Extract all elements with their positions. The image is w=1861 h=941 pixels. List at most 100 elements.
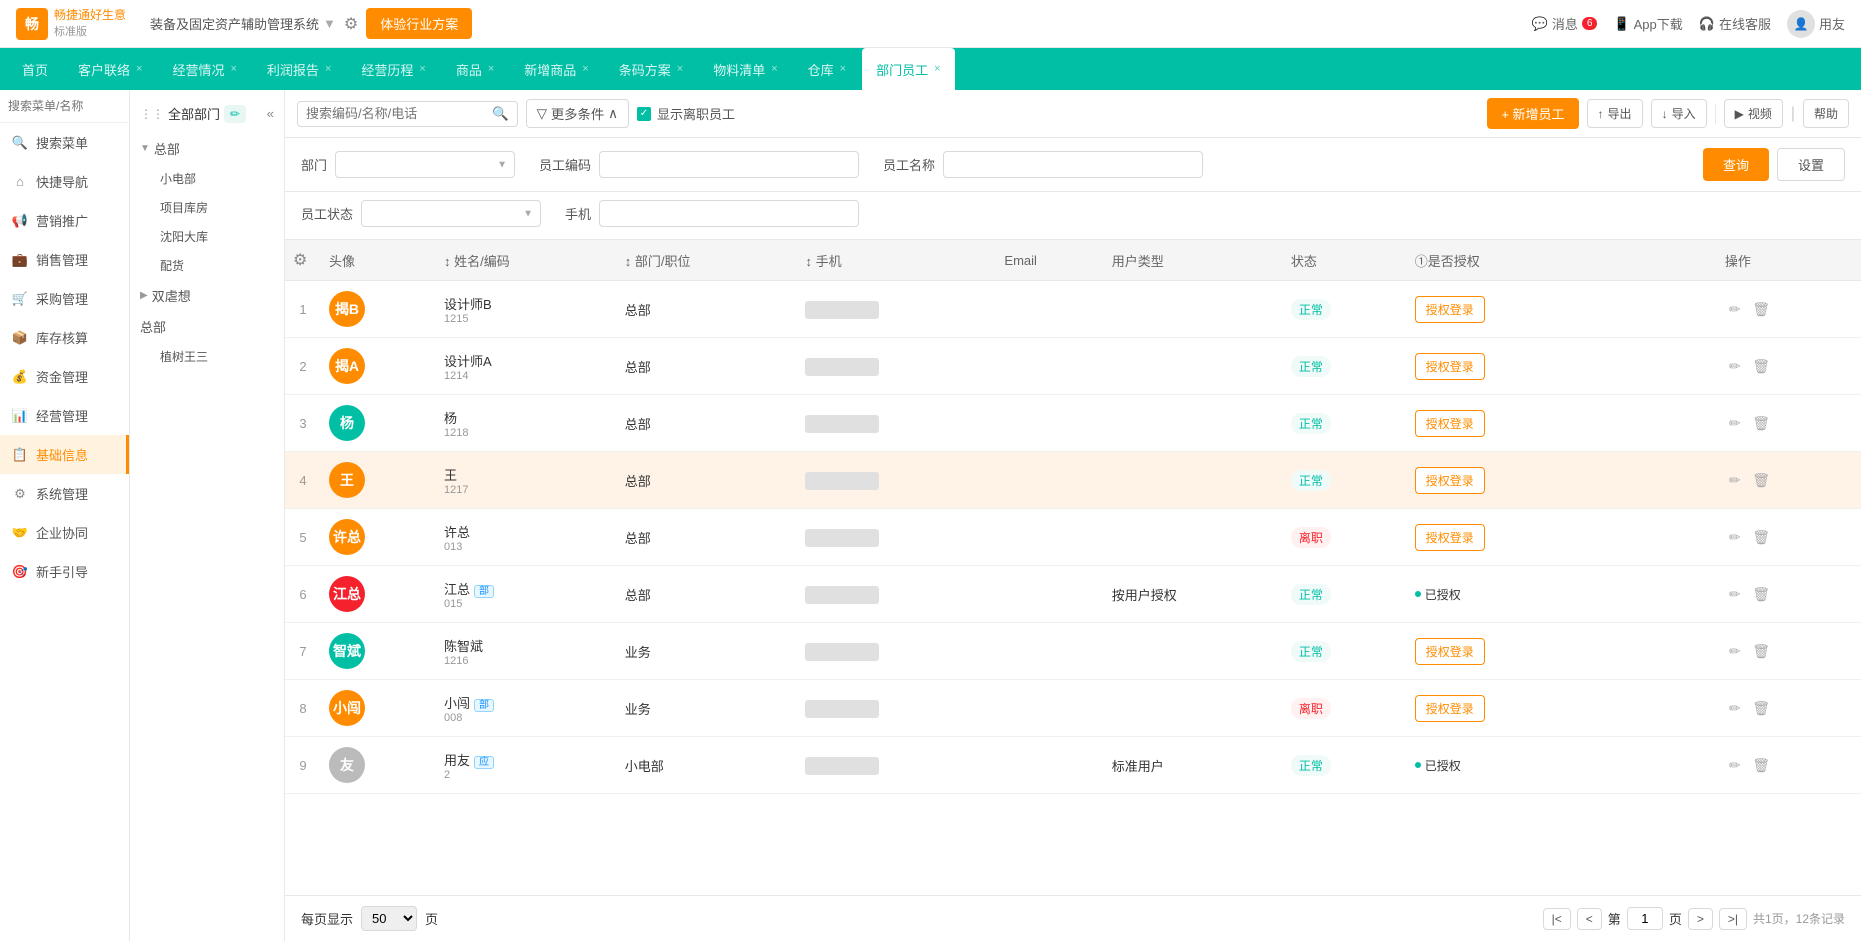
app-download-btn[interactable]: 📱 App下载 bbox=[1613, 14, 1682, 33]
nav-tab-部门员工[interactable]: 部门员工× bbox=[862, 48, 954, 90]
next-page-btn[interactable]: > bbox=[1688, 908, 1713, 930]
dept-edit-btn[interactable]: ✏ bbox=[224, 105, 246, 123]
close-tab-物料清单[interactable]: × bbox=[771, 63, 777, 75]
edit-btn[interactable]: ✏ bbox=[1725, 356, 1745, 377]
search-input[interactable] bbox=[306, 106, 486, 121]
delete-btn[interactable]: 🗑 bbox=[1748, 356, 1774, 377]
close-tab-商品[interactable]: × bbox=[488, 63, 494, 75]
delete-btn[interactable]: 🗑 bbox=[1748, 584, 1774, 605]
auth-btn[interactable]: 授权登录 bbox=[1415, 638, 1485, 665]
dept-item-项目库房[interactable]: 项目库房 bbox=[150, 193, 284, 222]
sidebar-search-wrap[interactable]: 🔍 bbox=[0, 90, 129, 123]
edit-btn[interactable]: ✏ bbox=[1725, 527, 1745, 548]
col-phone[interactable]: ↕ 手机 bbox=[797, 240, 996, 281]
auth-btn[interactable]: 授权登录 bbox=[1415, 353, 1485, 380]
video-button[interactable]: ▶ 视频 bbox=[1724, 99, 1783, 128]
last-page-btn[interactable]: >| bbox=[1719, 908, 1747, 930]
close-tab-部门员工[interactable]: × bbox=[934, 63, 940, 75]
delete-btn[interactable]: 🗑 bbox=[1748, 470, 1774, 491]
more-filter-btn[interactable]: ▽ 更多条件 ∧ bbox=[526, 99, 629, 128]
sidebar-item-经营管理[interactable]: 📊经营管理 bbox=[0, 396, 129, 435]
delete-btn[interactable]: 🗑 bbox=[1748, 698, 1774, 719]
close-tab-利润报告[interactable]: × bbox=[325, 63, 331, 75]
col-dept[interactable]: ↕ 部门/职位 bbox=[617, 240, 798, 281]
edit-btn[interactable]: ✏ bbox=[1725, 755, 1745, 776]
sidebar-item-基础信息[interactable]: 📋基础信息 bbox=[0, 435, 129, 474]
help-button[interactable]: 帮助 bbox=[1803, 99, 1849, 128]
auth-btn[interactable]: 授权登录 bbox=[1415, 524, 1485, 551]
filter-empcode-input[interactable] bbox=[599, 151, 859, 178]
message-btn[interactable]: 💬 消息 6 bbox=[1532, 14, 1598, 33]
dept-collapse-btn[interactable]: « bbox=[267, 106, 274, 121]
dept-item-沈阳大库[interactable]: 沈阳大库 bbox=[150, 222, 284, 251]
gear-button[interactable]: ⚙ bbox=[344, 14, 358, 34]
close-tab-经营历程[interactable]: × bbox=[419, 63, 425, 75]
import-button[interactable]: ↓ 导入 bbox=[1651, 99, 1707, 128]
per-page-select[interactable]: 50 20 100 bbox=[361, 906, 417, 931]
sidebar-item-销售管理[interactable]: 💼销售管理 bbox=[0, 240, 129, 279]
sidebar-item-快捷导航[interactable]: ⌂快捷导航 bbox=[0, 162, 129, 201]
edit-btn[interactable]: ✏ bbox=[1725, 413, 1745, 434]
filter-phone-input[interactable] bbox=[599, 200, 859, 227]
delete-btn[interactable]: 🗑 bbox=[1748, 641, 1774, 662]
col-name[interactable]: ↕ 姓名/编码 bbox=[436, 240, 617, 281]
auth-btn[interactable]: 授权登录 bbox=[1415, 296, 1485, 323]
sidebar-search-input[interactable] bbox=[8, 99, 130, 113]
show-resigned-checkbox[interactable]: ✓ bbox=[637, 107, 651, 121]
sidebar-item-系统管理[interactable]: ⚙系统管理 bbox=[0, 474, 129, 513]
sidebar-item-搜索菜单[interactable]: 🔍搜索菜单 bbox=[0, 123, 129, 162]
sidebar-item-新手引导[interactable]: 🎯新手引导 bbox=[0, 552, 129, 591]
nav-tab-商品[interactable]: 商品× bbox=[442, 48, 508, 90]
dept-select[interactable] bbox=[335, 151, 515, 178]
first-page-btn[interactable]: |< bbox=[1543, 908, 1571, 930]
nav-tab-经营情况[interactable]: 经营情况× bbox=[158, 48, 250, 90]
nav-tab-物料清单[interactable]: 物料清单× bbox=[699, 48, 791, 90]
export-button[interactable]: ↑ 导出 bbox=[1587, 99, 1643, 128]
delete-btn[interactable]: 🗑 bbox=[1748, 527, 1774, 548]
close-tab-条码方案[interactable]: × bbox=[677, 63, 683, 75]
delete-btn[interactable]: 🗑 bbox=[1748, 755, 1774, 776]
filter-empname-input[interactable] bbox=[943, 151, 1203, 178]
edit-btn[interactable]: ✏ bbox=[1725, 698, 1745, 719]
col-settings[interactable]: ⚙ bbox=[285, 240, 321, 281]
edit-btn[interactable]: ✏ bbox=[1725, 641, 1745, 662]
sidebar-item-资金管理[interactable]: 💰资金管理 bbox=[0, 357, 129, 396]
trial-button[interactable]: 体验行业方案 bbox=[366, 8, 472, 39]
auth-btn[interactable]: 授权登录 bbox=[1415, 410, 1485, 437]
delete-btn[interactable]: 🗑 bbox=[1748, 299, 1774, 320]
add-employee-button[interactable]: + 新增员工 bbox=[1487, 98, 1578, 129]
dept-item-配货[interactable]: 配货 bbox=[150, 251, 284, 280]
nav-tab-利润报告[interactable]: 利润报告× bbox=[253, 48, 345, 90]
nav-tab-首页[interactable]: 首页 bbox=[8, 48, 62, 90]
nav-tab-客户联络[interactable]: 客户联络× bbox=[64, 48, 156, 90]
dept-item-小电部[interactable]: 小电部 bbox=[150, 164, 284, 193]
search-wrap[interactable]: 🔍 bbox=[297, 101, 518, 127]
nav-tab-仓库[interactable]: 仓库× bbox=[794, 48, 860, 90]
sidebar-item-库存核算[interactable]: 📦库存核算 bbox=[0, 318, 129, 357]
close-tab-经营情况[interactable]: × bbox=[230, 63, 236, 75]
sidebar-item-企业协同[interactable]: 🤝企业协同 bbox=[0, 513, 129, 552]
edit-btn[interactable]: ✏ bbox=[1725, 470, 1745, 491]
nav-tab-经营历程[interactable]: 经营历程× bbox=[347, 48, 439, 90]
auth-btn[interactable]: 授权登录 bbox=[1415, 467, 1485, 494]
online-service-btn[interactable]: 🎧 在线客服 bbox=[1699, 14, 1771, 33]
auth-btn[interactable]: 授权登录 bbox=[1415, 695, 1485, 722]
edit-btn[interactable]: ✏ bbox=[1725, 584, 1745, 605]
sidebar-item-采购管理[interactable]: 🛒采购管理 bbox=[0, 279, 129, 318]
status-select[interactable] bbox=[361, 200, 541, 227]
close-tab-仓库[interactable]: × bbox=[840, 63, 846, 75]
dept-item-植树王三[interactable]: 植树王三 bbox=[150, 342, 284, 371]
show-resigned-toggle[interactable]: ✓ 显示离职员工 bbox=[637, 104, 735, 123]
dept-item-双虐想[interactable]: ▶ 双虐想 bbox=[130, 280, 284, 311]
search-button[interactable]: 🔍 bbox=[492, 106, 509, 122]
close-tab-客户联络[interactable]: × bbox=[136, 63, 142, 75]
delete-btn[interactable]: 🗑 bbox=[1748, 413, 1774, 434]
dept-item-总部2[interactable]: 总部 bbox=[130, 311, 284, 342]
nav-tab-条码方案[interactable]: 条码方案× bbox=[605, 48, 697, 90]
page-input[interactable] bbox=[1627, 907, 1663, 930]
dept-item-总部[interactable]: ▼ 总部 bbox=[130, 133, 284, 164]
nav-tab-新增商品[interactable]: 新增商品× bbox=[510, 48, 602, 90]
prev-page-btn[interactable]: < bbox=[1577, 908, 1602, 930]
query-button[interactable]: 查询 bbox=[1703, 148, 1769, 181]
edit-btn[interactable]: ✏ bbox=[1725, 299, 1745, 320]
